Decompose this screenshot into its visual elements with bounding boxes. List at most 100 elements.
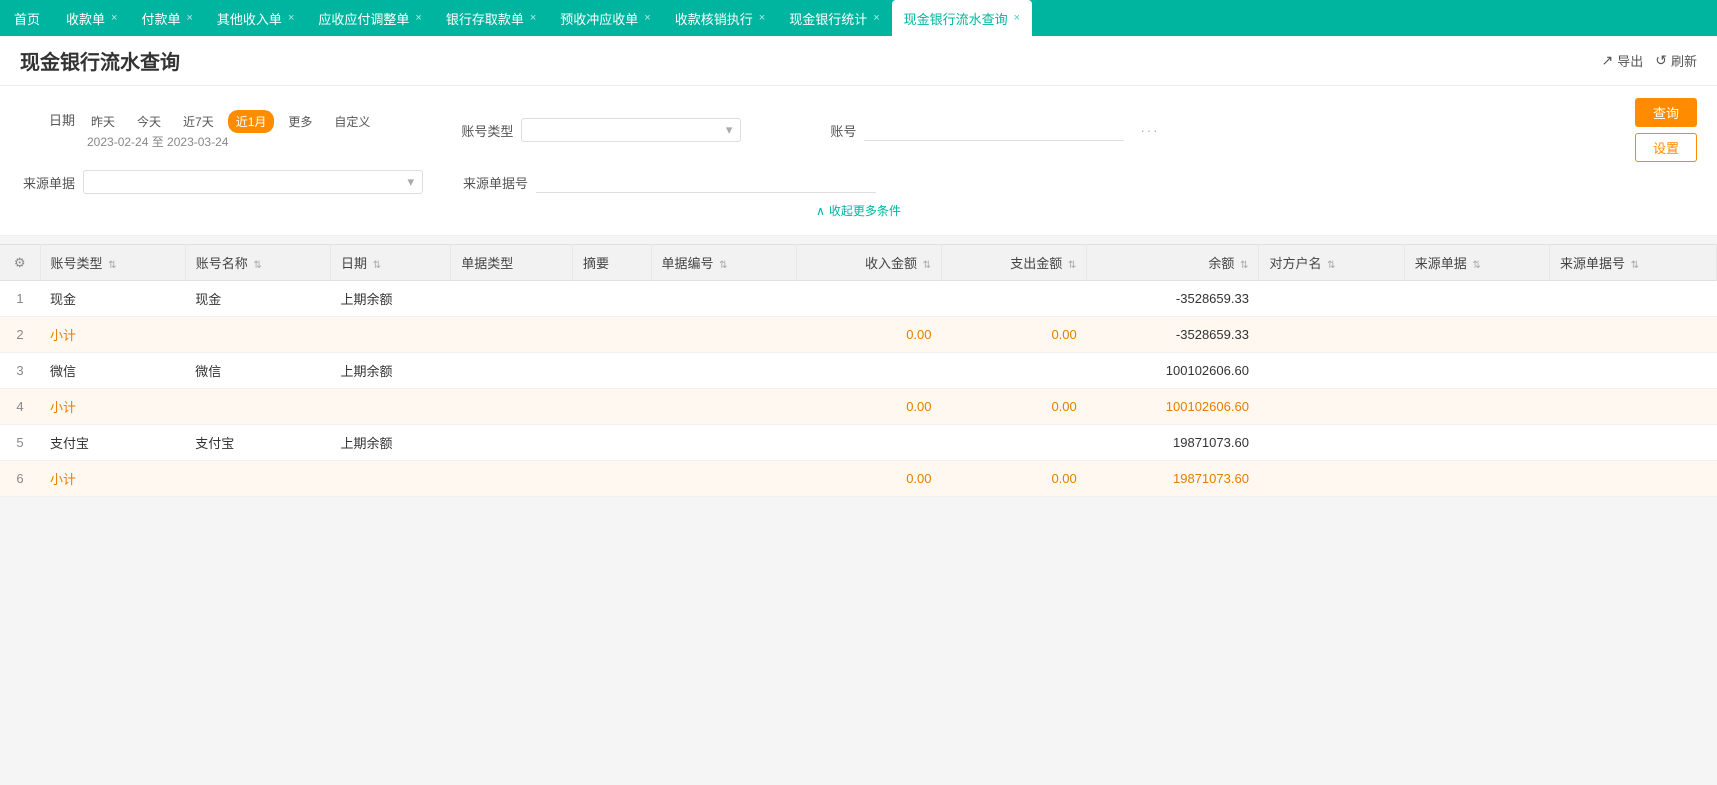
date-7days[interactable]: 近7天 [175,110,222,133]
filter-row-2: 来源单据 ▾ 来源单据号 [20,170,1697,194]
date-yesterday[interactable]: 昨天 [83,110,123,133]
collapse-bar[interactable]: ∧ 收起更多条件 [20,198,1697,223]
table-cell [1404,281,1549,317]
source-doc-label: 来源单据 [20,173,75,192]
sort-icon: ⇅ [1327,260,1335,271]
account-dots-icon[interactable]: ··· [1140,123,1159,138]
settings-button[interactable]: 设置 [1635,133,1697,162]
refresh-button[interactable]: ↺ 刷新 [1655,51,1697,70]
table-row: 6小计0.000.0019871073.60 [0,461,1717,497]
col-source-doc[interactable]: 来源单据 ⇅ [1404,245,1549,281]
table-cell: 小计 [40,389,185,425]
date-options-group: 昨天 今天 近7天 近1月 更多 自定义 2023-02-24 至 2023-0… [83,110,378,150]
nav-tab-3[interactable]: 应收应付调整单 × [306,0,433,36]
table-cell [1259,425,1404,461]
col-counterparty-label: 对方户名 [1269,256,1321,271]
nav-tab-2[interactable]: 其他收入单 × [205,0,306,36]
nav-tab-1[interactable]: 付款单 × [129,0,204,36]
nav-tab-7[interactable]: 现金银行统计 × [777,0,891,36]
nav-tab-0[interactable]: 收款单 × [54,0,129,36]
tab-close[interactable]: × [873,12,879,24]
col-doc-type: 单据类型 [451,245,573,281]
table-cell [1549,389,1716,425]
table-cell [1404,389,1549,425]
nav-tab-6[interactable]: 收款核销执行 × [663,0,777,36]
table-cell: 上期余额 [331,281,451,317]
col-account-type[interactable]: 账号类型 ⇅ [40,245,185,281]
date-custom[interactable]: 自定义 [326,110,378,133]
sort-icon: ⇅ [923,260,931,271]
col-counterparty[interactable]: 对方户名 ⇅ [1259,245,1404,281]
table-cell [1259,389,1404,425]
col-source-doc-no[interactable]: 来源单据号 ⇅ [1549,245,1716,281]
col-doc-no[interactable]: 单据编号 ⇅ [651,245,796,281]
page-title: 现金银行流水查询 [20,46,180,75]
query-button[interactable]: 查询 [1635,98,1697,127]
filter-row-1: 日期 昨天 今天 近7天 近1月 更多 自定义 2023-02-24 至 202… [20,98,1697,162]
col-balance[interactable]: 余额 ⇅ [1087,245,1259,281]
date-today[interactable]: 今天 [129,110,169,133]
col-account-name-label: 账号名称 [196,256,248,271]
table-cell [185,461,330,497]
table-cell [1549,353,1716,389]
table-row: 3微信微信上期余额100102606.60 [0,353,1717,389]
sort-icon: ⇅ [373,260,381,271]
table-cell [651,281,796,317]
table-cell [1549,425,1716,461]
account-input[interactable] [864,119,1124,141]
tab-close[interactable]: × [111,12,117,24]
table-cell: 3 [0,353,40,389]
col-expense[interactable]: 支出金额 ⇅ [942,245,1087,281]
tab-label: 付款单 [141,9,180,28]
nav-home[interactable]: 首页 [0,0,54,36]
source-doc-select[interactable]: ▾ [83,170,423,194]
tab-close[interactable]: × [1014,12,1020,24]
export-button[interactable]: ↗ 导出 [1602,51,1644,70]
table-row: 1现金现金上期余额-3528659.33 [0,281,1717,317]
table-cell [942,425,1087,461]
table-cell [651,461,796,497]
table-cell [1259,353,1404,389]
sort-icon: ⇅ [719,260,727,271]
nav-tab-4[interactable]: 银行存取款单 × [434,0,548,36]
table-cell: 0.00 [942,461,1087,497]
tab-close[interactable]: × [288,12,294,24]
source-doc-no-filter: 来源单据号 [463,171,876,193]
nav-tab-5[interactable]: 预收冲应收单 × [548,0,662,36]
date-more[interactable]: 更多 [280,110,320,133]
filter-area: 日期 昨天 今天 近7天 近1月 更多 自定义 2023-02-24 至 202… [0,86,1717,236]
gear-icon[interactable]: ⚙ [14,255,26,270]
tab-label: 应收应付调整单 [318,9,409,28]
tab-close[interactable]: × [644,12,650,24]
date-option-buttons: 昨天 今天 近7天 近1月 更多 自定义 [83,110,378,133]
tab-close[interactable]: × [759,12,765,24]
table-cell: 小计 [40,317,185,353]
nav-tab-8[interactable]: 现金银行流水查询 × [892,0,1032,36]
date-1month[interactable]: 近1月 [228,110,275,133]
account-type-select[interactable]: ▾ [521,118,741,142]
source-doc-filter: 来源单据 ▾ [20,170,423,194]
col-date-label: 日期 [341,256,367,271]
table-cell: -3528659.33 [1087,281,1259,317]
col-expense-label: 支出金额 [1010,256,1062,271]
table-cell: 小计 [40,461,185,497]
col-account-name[interactable]: 账号名称 ⇅ [185,245,330,281]
sort-icon: ⇅ [1472,260,1480,271]
tab-close[interactable]: × [415,12,421,24]
date-filter: 日期 昨天 今天 近7天 近1月 更多 自定义 2023-02-24 至 202… [20,110,378,150]
account-type-filter: 账号类型 ▾ [458,118,741,142]
table-cell: 0.00 [796,389,941,425]
tab-close[interactable]: × [186,12,192,24]
tab-close[interactable]: × [530,12,536,24]
date-range-display: 2023-02-24 至 2023-03-24 [87,133,378,150]
sort-icon: ⇅ [253,260,261,271]
table-cell [573,425,651,461]
table-cell: 0.00 [942,389,1087,425]
col-date[interactable]: 日期 ⇅ [331,245,451,281]
table-cell: 支付宝 [40,425,185,461]
table-cell [796,353,941,389]
source-doc-no-input[interactable] [536,171,876,193]
col-income[interactable]: 收入金额 ⇅ [796,245,941,281]
account-filter: 账号 ··· [801,119,1159,141]
table-header: ⚙ 账号类型 ⇅ 账号名称 ⇅ 日期 ⇅ 单据类型 摘要 [0,245,1717,281]
